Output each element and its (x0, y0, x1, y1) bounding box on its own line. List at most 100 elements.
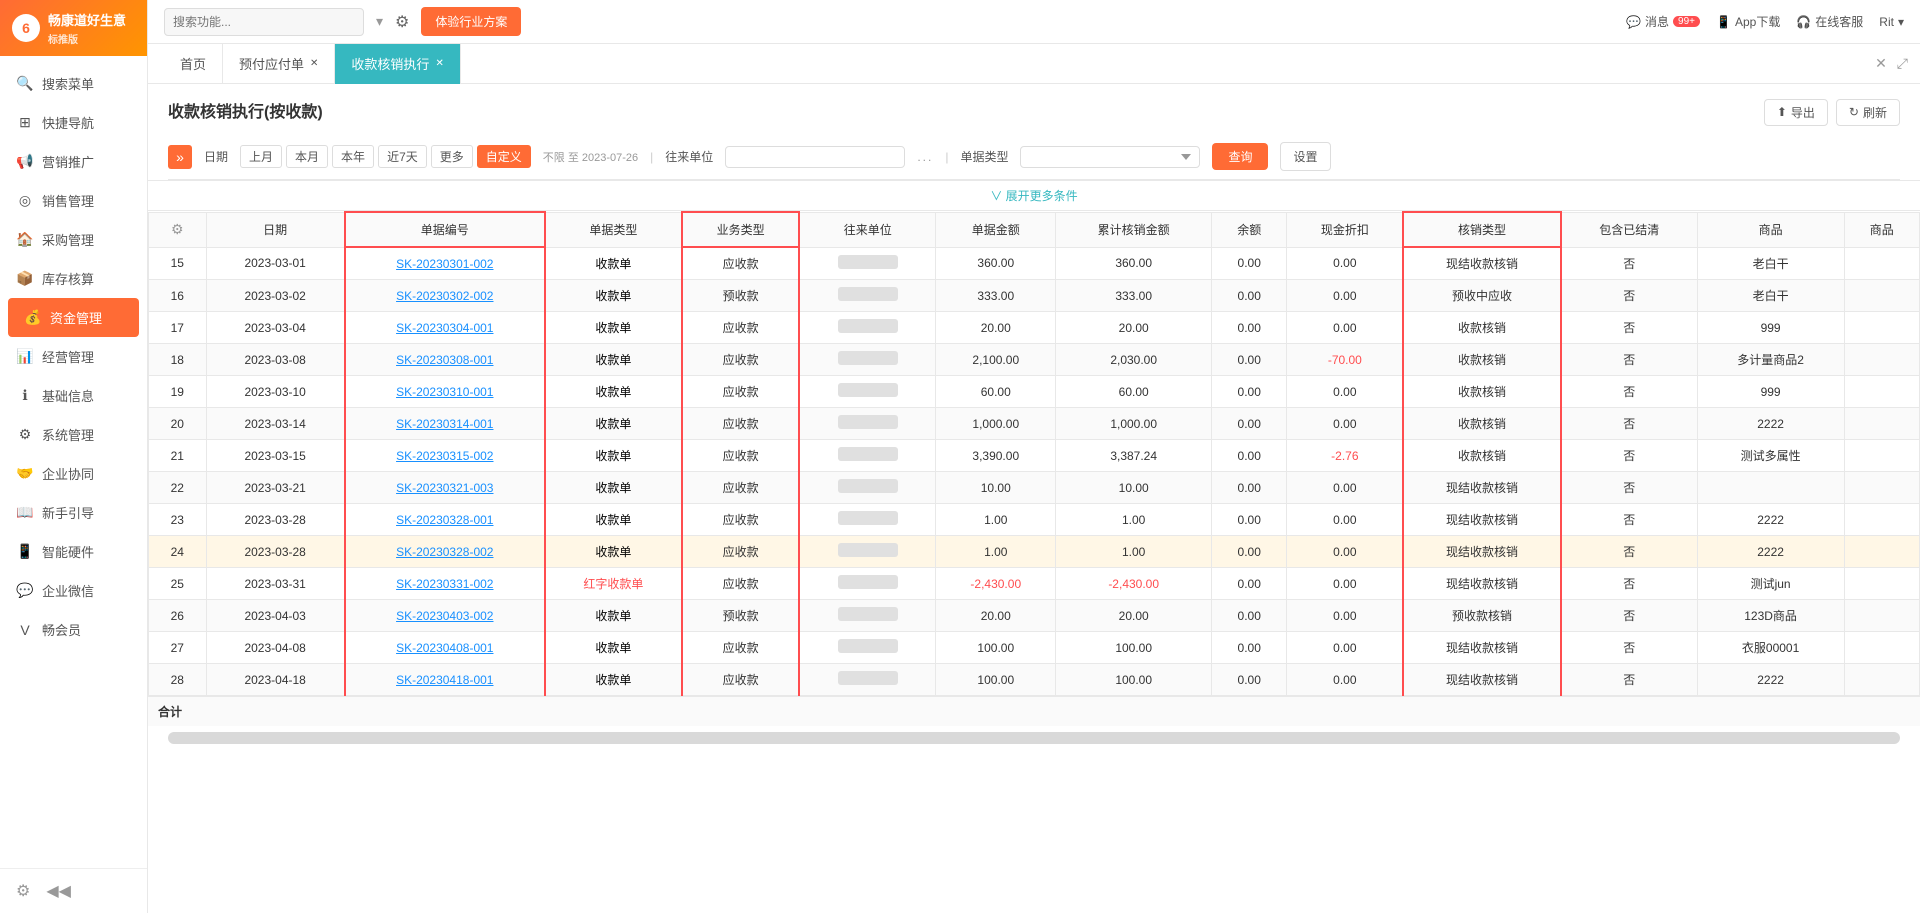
doc-no-link[interactable]: SK-20230321-003 (396, 481, 493, 495)
cell-num: 28 (149, 664, 207, 696)
sidebar-item-purchase[interactable]: 🏠 采购管理 (0, 220, 147, 259)
sidebar-menu: 🔍 搜索菜单 ⊞ 快捷导航 📢 营销推广 ◎ 销售管理 🏠 采购管理 📦 库存核… (0, 56, 147, 868)
sidebar-item-member[interactable]: V 畅会员 (0, 610, 147, 649)
maximize-icon[interactable]: ⤢ (1897, 55, 1908, 72)
tab-prepay-close-icon[interactable]: ✕ (310, 58, 318, 69)
page-header-actions: ⬆ 导出 ↻ 刷新 (1764, 99, 1900, 126)
collapse-icon[interactable]: ◀◀ (46, 881, 71, 901)
sidebar-item-system[interactable]: ⚙ 系统管理 (0, 415, 147, 454)
this-month-btn[interactable]: 本月 (286, 145, 328, 168)
cell-biz-type: 应收款 (682, 312, 799, 344)
cell-include-settled: 否 (1561, 504, 1697, 536)
tab-prepay[interactable]: 预付应付单 ✕ (223, 44, 335, 84)
sidebar-item-quick-nav[interactable]: ⊞ 快捷导航 (0, 103, 147, 142)
tab-receipt-close-icon[interactable]: ✕ (435, 58, 443, 69)
app-download-label: App下载 (1735, 13, 1780, 30)
settings-bottom-icon[interactable]: ⚙ (16, 881, 30, 901)
cell-biz-type: 应收款 (682, 408, 799, 440)
close-window-icon[interactable]: ✕ (1875, 55, 1887, 72)
industry-solution-button[interactable]: 体验行业方案 (421, 7, 521, 36)
search-input[interactable] (164, 8, 364, 36)
sidebar-item-marketing[interactable]: 📢 营销推广 (0, 142, 147, 181)
doc-no-link[interactable]: SK-20230403-002 (396, 609, 493, 623)
doc-no-link[interactable]: SK-20230308-001 (396, 353, 493, 367)
last-7days-btn[interactable]: 近7天 (378, 145, 427, 168)
sidebar-item-enterprise[interactable]: 🤝 企业协同 (0, 454, 147, 493)
cell-balance: 0.00 (1212, 440, 1287, 472)
this-year-btn[interactable]: 本年 (332, 145, 374, 168)
voucher-type-select[interactable] (1020, 146, 1200, 168)
table-row: 20 2023-03-14 SK-20230314-001 收款单 应收款 1,… (149, 408, 1920, 440)
doc-no-link[interactable]: SK-20230315-002 (396, 449, 493, 463)
doc-no-link[interactable]: SK-20230408-001 (396, 641, 493, 655)
export-button[interactable]: ⬆ 导出 (1764, 99, 1828, 126)
cell-balance: 0.00 (1212, 280, 1287, 312)
table-row: 18 2023-03-08 SK-20230308-001 收款单 应收款 2,… (149, 344, 1920, 376)
cell-amount: 1,000.00 (936, 408, 1056, 440)
last-month-btn[interactable]: 上月 (240, 145, 282, 168)
sidebar-item-guide[interactable]: 📖 新手引导 (0, 493, 147, 532)
expand-more-bar[interactable]: ∨ 展开更多条件 (148, 181, 1920, 211)
cell-date: 2023-03-28 (206, 536, 345, 568)
custom-date-btn[interactable]: 自定义 (477, 145, 531, 168)
cell-write-off: 60.00 (1056, 376, 1212, 408)
tab-home[interactable]: 首页 (164, 44, 223, 84)
doc-no-link[interactable]: SK-20230310-001 (396, 385, 493, 399)
counterparty-value (838, 351, 898, 365)
doc-no-link[interactable]: SK-20230302-002 (396, 289, 493, 303)
horizontal-scrollbar[interactable] (168, 732, 1900, 744)
cell-doc-no: SK-20230328-002 (345, 536, 545, 568)
cell-include-settled: 否 (1561, 600, 1697, 632)
cell-date: 2023-03-08 (206, 344, 345, 376)
cell-product1: 123D商品 (1697, 600, 1844, 632)
query-button[interactable]: 查询 (1212, 143, 1268, 170)
doc-no-link[interactable]: SK-20230301-002 (396, 257, 493, 271)
sidebar-item-hardware-label: 智能硬件 (42, 542, 94, 561)
cell-product1 (1697, 472, 1844, 504)
user-item[interactable]: Rit ▾ (1879, 15, 1904, 29)
sidebar-item-inventory[interactable]: 📦 库存核算 (0, 259, 147, 298)
cell-product2 (1844, 376, 1920, 408)
messages-item[interactable]: 💬 消息 99+ (1626, 13, 1700, 30)
tab-home-label: 首页 (180, 54, 206, 73)
doc-no-link[interactable]: SK-20230331-002 (396, 577, 493, 591)
sidebar-item-hardware[interactable]: 📱 智能硬件 (0, 532, 147, 571)
sidebar-item-operations[interactable]: 📊 经营管理 (0, 337, 147, 376)
doc-no-link[interactable]: SK-20230314-001 (396, 417, 493, 431)
cell-product2 (1844, 568, 1920, 600)
tab-prepay-label: 预付应付单 (239, 54, 304, 73)
settings-button[interactable]: 设置 (1280, 142, 1330, 171)
doc-no-link[interactable]: SK-20230328-002 (396, 545, 493, 559)
refresh-button[interactable]: ↻ 刷新 (1836, 99, 1900, 126)
cell-num: 16 (149, 280, 207, 312)
cell-counterparty (799, 632, 935, 664)
online-service-item[interactable]: 🎧 在线客服 (1796, 13, 1863, 30)
cell-write-off-type: 现结收款核销 (1403, 536, 1560, 568)
tab-receipt[interactable]: 收款核销执行 ✕ (335, 44, 460, 84)
collapse-filter-btn[interactable]: » (168, 145, 192, 169)
sidebar-item-finance[interactable]: 💰 资金管理 (8, 298, 139, 337)
topbar-gear-icon[interactable]: ⚙ (395, 12, 409, 32)
cell-doc-type: 收款单 (545, 247, 682, 280)
cell-product2 (1844, 536, 1920, 568)
sidebar-item-quick-nav-label: 快捷导航 (42, 113, 94, 132)
filter-separator-1: | (650, 150, 653, 164)
doc-no-link[interactable]: SK-20230304-001 (396, 321, 493, 335)
th-settings[interactable]: ⚙ (149, 212, 207, 247)
cell-include-settled: 否 (1561, 247, 1697, 280)
cell-product1: 衣服00001 (1697, 632, 1844, 664)
dropdown-icon[interactable]: ▾ (376, 13, 383, 30)
column-settings-icon[interactable]: ⚙ (171, 221, 184, 237)
sidebar-item-sales[interactable]: ◎ 销售管理 (0, 181, 147, 220)
cell-write-off-type: 收款核销 (1403, 408, 1560, 440)
counterparty-input[interactable] (725, 146, 905, 168)
sidebar-item-search[interactable]: 🔍 搜索菜单 (0, 64, 147, 103)
app-download-item[interactable]: 📱 App下载 (1716, 13, 1780, 30)
sidebar-item-wechat[interactable]: 💬 企业微信 (0, 571, 147, 610)
cell-doc-no: SK-20230301-002 (345, 247, 545, 280)
cell-doc-type: 收款单 (545, 504, 682, 536)
doc-no-link[interactable]: SK-20230328-001 (396, 513, 493, 527)
doc-no-link[interactable]: SK-20230418-001 (396, 673, 493, 687)
more-btn[interactable]: 更多 (431, 145, 473, 168)
sidebar-item-basic[interactable]: ℹ 基础信息 (0, 376, 147, 415)
